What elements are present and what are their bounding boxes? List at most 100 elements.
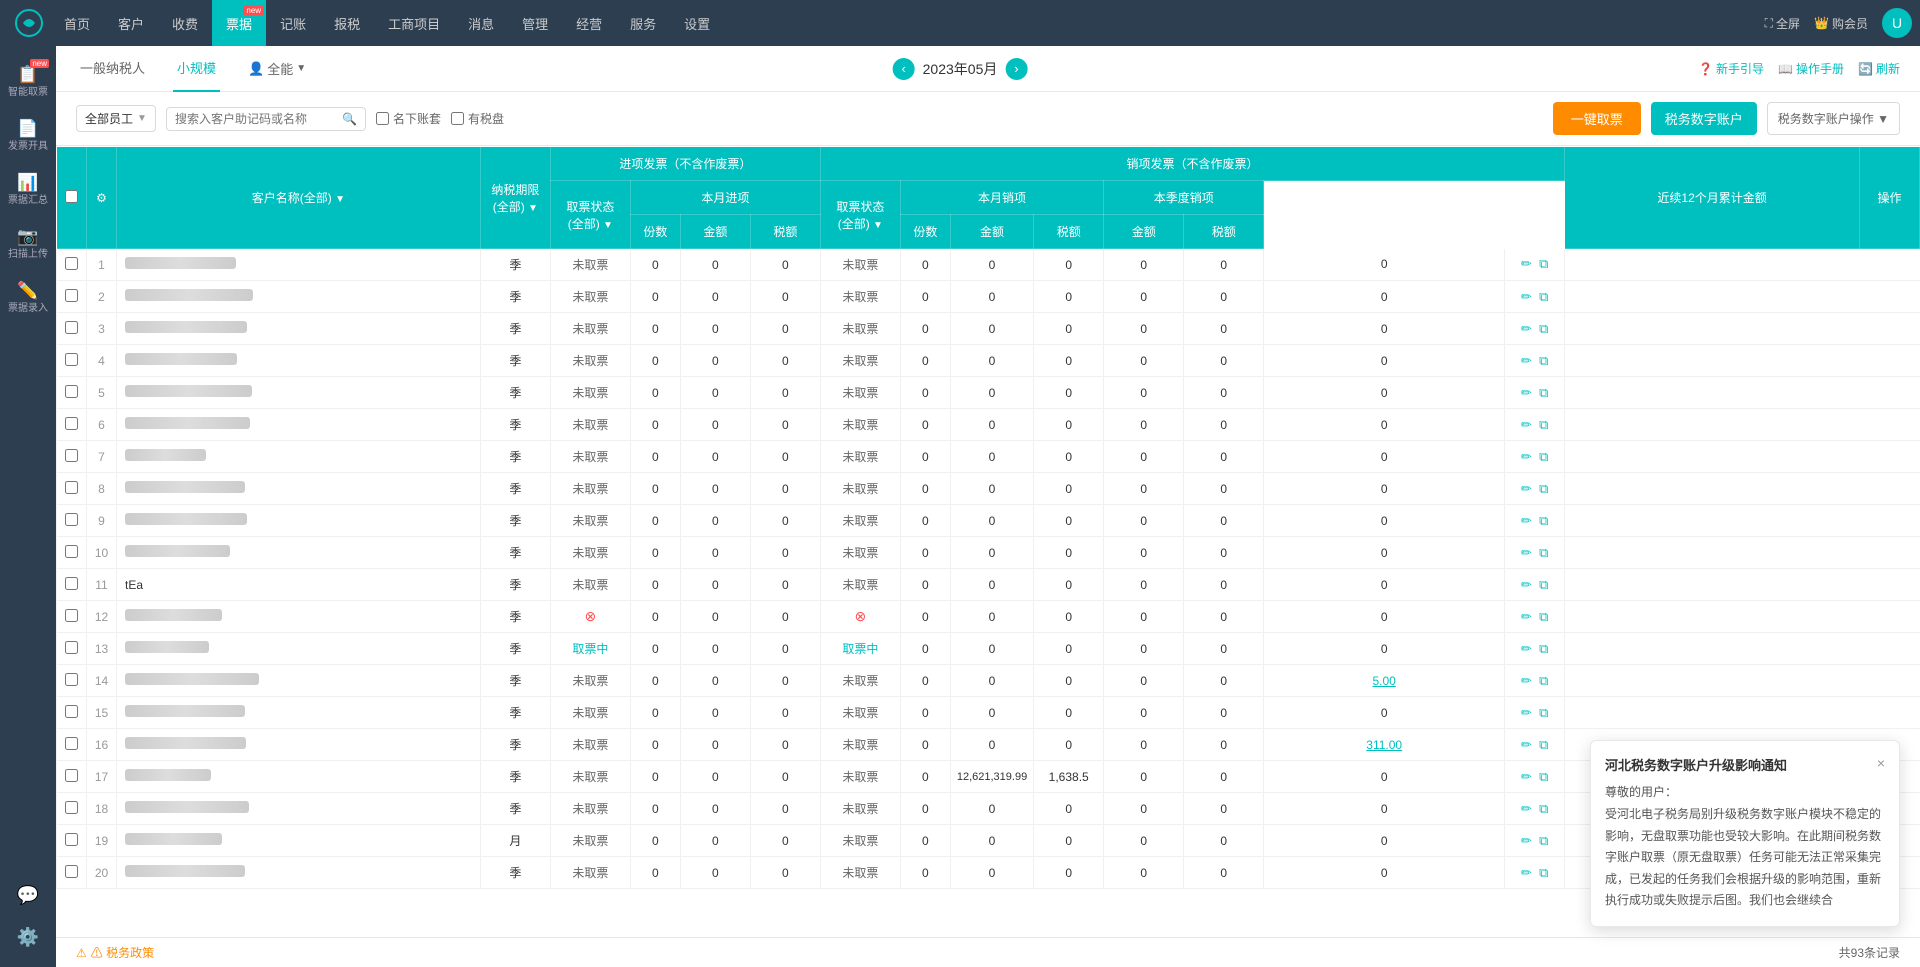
employee-select[interactable]: 全部员工 ▼	[76, 105, 156, 132]
copy-action-icon[interactable]: ⧉	[1539, 353, 1548, 368]
one-click-fetch-btn[interactable]: 一键取票	[1553, 102, 1641, 135]
copy-action-icon[interactable]: ⧉	[1539, 256, 1548, 271]
row-checkbox[interactable]	[65, 673, 78, 686]
edit-action-icon[interactable]: ✏	[1521, 673, 1532, 688]
row-checkbox[interactable]	[65, 257, 78, 270]
nav-item-service[interactable]: 服务	[616, 0, 670, 46]
row-checkbox[interactable]	[65, 449, 78, 462]
row-checkbox[interactable]	[65, 321, 78, 334]
edit-action-icon[interactable]: ✏	[1521, 769, 1532, 784]
downledger-checkbox-label[interactable]: 名下账套	[376, 110, 441, 127]
sidebar-item-entry[interactable]: ✏️ 票据录入	[2, 272, 54, 324]
nav-item-operation[interactable]: 经营	[562, 0, 616, 46]
copy-action-icon[interactable]: ⧉	[1539, 417, 1548, 432]
nav-item-tax[interactable]: 报税	[320, 0, 374, 46]
row-checkbox[interactable]	[65, 545, 78, 558]
sidebar-item-summary[interactable]: 📊 票据汇总	[2, 164, 54, 216]
row-checkbox[interactable]	[65, 833, 78, 846]
sidebar-item-open-invoice[interactable]: 📄 发票开具	[2, 110, 54, 162]
row-checkbox[interactable]	[65, 801, 78, 814]
nav-item-billing[interactable]: 收费	[158, 0, 212, 46]
edit-action-icon[interactable]: ✏	[1521, 577, 1532, 592]
edit-action-icon[interactable]: ✏	[1521, 865, 1532, 880]
copy-action-icon[interactable]: ⧉	[1539, 833, 1548, 848]
date-next-btn[interactable]: ›	[1005, 58, 1027, 80]
copy-action-icon[interactable]: ⧉	[1539, 321, 1548, 336]
edit-action-icon[interactable]: ✏	[1521, 256, 1532, 271]
fullscreen-btn[interactable]: ⛶ 全屏	[1765, 15, 1800, 32]
edit-action-icon[interactable]: ✏	[1521, 449, 1532, 464]
row-checkbox[interactable]	[65, 769, 78, 782]
edit-action-icon[interactable]: ✏	[1521, 353, 1532, 368]
row-checkbox[interactable]	[65, 513, 78, 526]
row-checkbox[interactable]	[65, 481, 78, 494]
subnav-general[interactable]: 一般纳税人	[76, 46, 149, 92]
edit-action-icon[interactable]: ✏	[1521, 321, 1532, 336]
copy-action-icon[interactable]: ⧉	[1539, 609, 1548, 624]
row-checkbox[interactable]	[65, 353, 78, 366]
copy-action-icon[interactable]: ⧉	[1539, 737, 1548, 752]
copy-action-icon[interactable]: ⧉	[1539, 577, 1548, 592]
edit-action-icon[interactable]: ✏	[1521, 737, 1532, 752]
row-checkbox[interactable]	[65, 289, 78, 302]
copy-action-icon[interactable]: ⧉	[1539, 513, 1548, 528]
edit-action-icon[interactable]: ✏	[1521, 513, 1532, 528]
search-input[interactable]	[175, 112, 338, 126]
notification-close-btn[interactable]: ×	[1877, 755, 1885, 771]
edit-action-icon[interactable]: ✏	[1521, 801, 1532, 816]
edit-action-icon[interactable]: ✏	[1521, 417, 1532, 432]
copy-action-icon[interactable]: ⧉	[1539, 705, 1548, 720]
settings-col-icon[interactable]: ⚙	[96, 191, 107, 205]
copy-action-icon[interactable]: ⧉	[1539, 545, 1548, 560]
row-checkbox[interactable]	[65, 385, 78, 398]
subnav-small[interactable]: 小规模	[173, 46, 220, 92]
edit-action-icon[interactable]: ✏	[1521, 545, 1532, 560]
copy-action-icon[interactable]: ⧉	[1539, 769, 1548, 784]
edit-action-icon[interactable]: ✏	[1521, 289, 1532, 304]
manual-btn[interactable]: 📖 操作手册	[1778, 60, 1844, 77]
sidebar-item-chat[interactable]: 💬	[2, 875, 54, 915]
nav-item-message[interactable]: 消息	[454, 0, 508, 46]
sidebar-item-tickets[interactable]: 📋 智能取票 new	[2, 56, 54, 108]
row-checkbox[interactable]	[65, 705, 78, 718]
copy-action-icon[interactable]: ⧉	[1539, 449, 1548, 464]
subnav-all[interactable]: 👤 全能 ▼	[244, 46, 310, 92]
date-prev-btn[interactable]: ‹	[893, 58, 915, 80]
edit-action-icon[interactable]: ✏	[1521, 609, 1532, 624]
tax-policy-link[interactable]: ⚠ ⚠ 税务政策	[76, 944, 154, 961]
nav-item-home[interactable]: 首页	[50, 0, 104, 46]
copy-action-icon[interactable]: ⧉	[1539, 673, 1548, 688]
row-checkbox[interactable]	[65, 417, 78, 430]
row-checkbox[interactable]	[65, 641, 78, 654]
user-avatar[interactable]: U	[1882, 8, 1912, 38]
select-all-checkbox[interactable]	[65, 190, 78, 203]
row-checkbox[interactable]	[65, 609, 78, 622]
nav-item-manage[interactable]: 管理	[508, 0, 562, 46]
taxdisk-checkbox-label[interactable]: 有税盘	[451, 110, 504, 127]
row-checkbox[interactable]	[65, 865, 78, 878]
nav-item-settings[interactable]: 设置	[670, 0, 724, 46]
edit-action-icon[interactable]: ✏	[1521, 833, 1532, 848]
edit-action-icon[interactable]: ✏	[1521, 481, 1532, 496]
sidebar-item-settings[interactable]: ⚙️	[2, 917, 54, 957]
digital-account-btn[interactable]: 税务数字账户	[1651, 102, 1757, 135]
copy-action-icon[interactable]: ⧉	[1539, 289, 1548, 304]
taxdisk-checkbox[interactable]	[451, 112, 464, 125]
copy-action-icon[interactable]: ⧉	[1539, 865, 1548, 880]
copy-action-icon[interactable]: ⧉	[1539, 641, 1548, 656]
row-checkbox[interactable]	[65, 577, 78, 590]
member-btn[interactable]: 👑 购会员	[1814, 15, 1868, 32]
edit-action-icon[interactable]: ✏	[1521, 385, 1532, 400]
copy-action-icon[interactable]: ⧉	[1539, 801, 1548, 816]
copy-action-icon[interactable]: ⧉	[1539, 481, 1548, 496]
edit-action-icon[interactable]: ✏	[1521, 641, 1532, 656]
nav-item-customer[interactable]: 客户	[104, 0, 158, 46]
nav-item-business[interactable]: 工商项目	[374, 0, 454, 46]
sidebar-item-scan[interactable]: 📷 扫描上传	[2, 218, 54, 270]
nav-item-invoice[interactable]: 票据 new	[212, 0, 266, 46]
refresh-btn[interactable]: 🔄 刷新	[1858, 60, 1900, 77]
copy-action-icon[interactable]: ⧉	[1539, 385, 1548, 400]
digital-account-ops-btn[interactable]: 税务数字账户操作 ▼	[1767, 102, 1900, 135]
downledger-checkbox[interactable]	[376, 112, 389, 125]
edit-action-icon[interactable]: ✏	[1521, 705, 1532, 720]
